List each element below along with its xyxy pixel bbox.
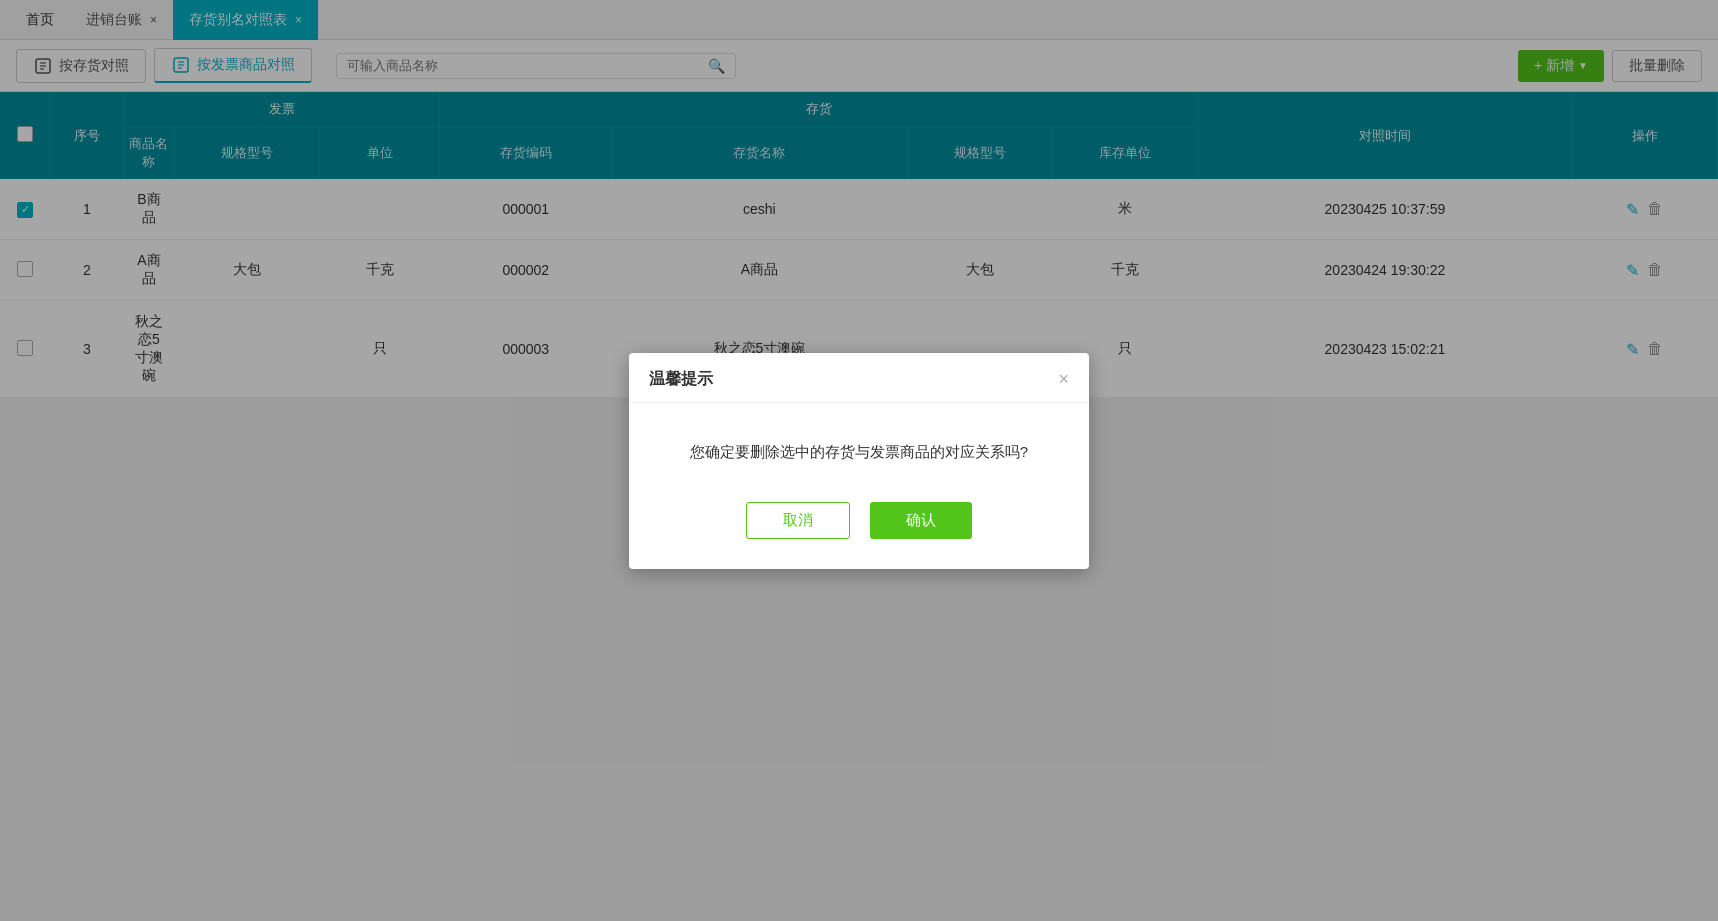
dialog-header: 温馨提示 × (629, 353, 1089, 399)
confirm-dialog: 温馨提示 × 您确定要删除选中的存货与发票商品的对应关系吗? 取消 确认 (629, 353, 1089, 399)
dialog-close-btn[interactable]: × (1058, 370, 1069, 388)
confirm-overlay: 温馨提示 × 您确定要删除选中的存货与发票商品的对应关系吗? 取消 确认 (0, 0, 1718, 398)
dialog-title: 温馨提示 (649, 369, 713, 390)
